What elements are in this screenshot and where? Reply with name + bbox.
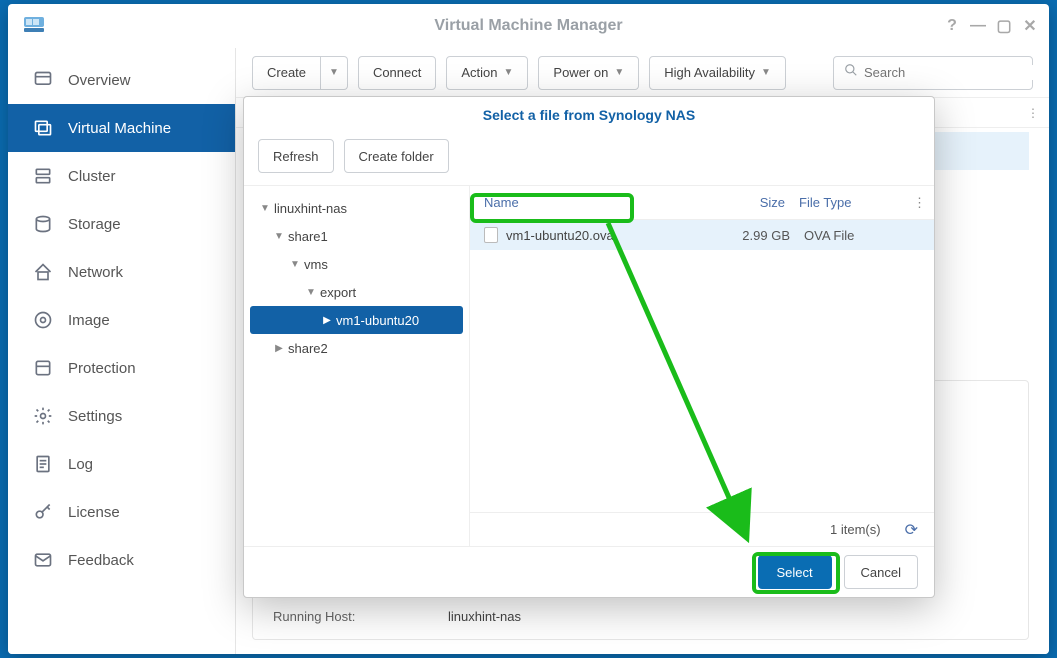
chevron-down-icon: ▼ bbox=[614, 67, 624, 78]
sidebar-item-network[interactable]: Network bbox=[8, 248, 235, 296]
create-dropdown-toggle[interactable]: ▼ bbox=[321, 56, 348, 90]
storage-icon bbox=[32, 213, 54, 235]
create-folder-button[interactable]: Create folder bbox=[344, 139, 449, 173]
expand-toggle-icon[interactable]: ▼ bbox=[306, 287, 316, 298]
sidebar-item-label: Settings bbox=[68, 408, 122, 425]
search-input[interactable] bbox=[833, 56, 1033, 90]
main-window: Virtual Machine Manager ? — ▢ ✕ Overview… bbox=[8, 4, 1049, 654]
window-title: Virtual Machine Manager bbox=[434, 17, 622, 35]
search-icon bbox=[844, 63, 858, 82]
sidebar-item-settings[interactable]: Settings bbox=[8, 392, 235, 440]
expand-toggle-icon[interactable]: ▼ bbox=[260, 203, 270, 214]
window-controls: ? — ▢ ✕ bbox=[941, 4, 1041, 48]
sidebar-item-label: Image bbox=[68, 312, 110, 329]
sidebar-item-label: Storage bbox=[68, 216, 121, 233]
toolbar: Create ▼ Connect Action ▼ Power on ▼ Hig… bbox=[236, 48, 1049, 98]
tree-share1[interactable]: ▼share1 bbox=[250, 222, 463, 250]
item-count: 1 item(s) bbox=[830, 522, 881, 537]
titlebar: Virtual Machine Manager ? — ▢ ✕ bbox=[8, 4, 1049, 48]
expand-toggle-icon[interactable]: ▼ bbox=[290, 259, 300, 270]
file-list: Name Size File Type ⋮ vm1-ubuntu20.ova 2… bbox=[470, 186, 934, 546]
detail-host-key: Running Host: bbox=[273, 609, 448, 637]
file-row-type: OVA File bbox=[790, 228, 910, 243]
file-row-name: vm1-ubuntu20.ova bbox=[506, 228, 710, 243]
file-row[interactable]: vm1-ubuntu20.ova 2.99 GB OVA File bbox=[470, 220, 934, 250]
image-icon bbox=[32, 309, 54, 331]
app-icon bbox=[22, 12, 46, 36]
file-list-footer: 1 item(s) ⟳ bbox=[470, 512, 934, 546]
sidebar-item-label: Cluster bbox=[68, 168, 116, 185]
kebab-icon[interactable]: ⋮ bbox=[1027, 106, 1039, 120]
gear-icon bbox=[32, 405, 54, 427]
sidebar-item-label: Log bbox=[68, 456, 93, 473]
sidebar-item-image[interactable]: Image bbox=[8, 296, 235, 344]
create-button[interactable]: Create bbox=[252, 56, 321, 90]
expand-toggle-icon[interactable]: ▼ bbox=[274, 231, 284, 242]
expand-toggle-icon[interactable]: ▶ bbox=[274, 343, 284, 354]
minimize-icon[interactable]: — bbox=[967, 15, 989, 37]
sidebar-item-overview[interactable]: Overview bbox=[8, 56, 235, 104]
sidebar-item-label: License bbox=[68, 504, 120, 521]
close-icon[interactable]: ✕ bbox=[1019, 15, 1041, 37]
sidebar-item-label: Network bbox=[68, 264, 123, 281]
virtual-machine-icon bbox=[32, 117, 54, 139]
modal-toolbar: Refresh Create folder bbox=[244, 133, 934, 185]
chevron-down-icon: ▼ bbox=[329, 67, 339, 78]
chevron-down-icon: ▼ bbox=[504, 67, 514, 78]
key-icon bbox=[32, 501, 54, 523]
log-icon bbox=[32, 453, 54, 475]
kebab-icon[interactable]: ⋮ bbox=[913, 195, 926, 211]
sidebar-item-label: Feedback bbox=[68, 552, 134, 569]
sidebar-item-label: Virtual Machine bbox=[68, 120, 171, 137]
col-file-size[interactable]: Size bbox=[705, 195, 785, 210]
sidebar-item-virtual-machine[interactable]: Virtual Machine bbox=[8, 104, 235, 152]
select-button[interactable]: Select bbox=[758, 555, 832, 589]
file-list-head: Name Size File Type ⋮ bbox=[470, 186, 934, 220]
ha-button[interactable]: High Availability ▼ bbox=[649, 56, 786, 90]
power-button[interactable]: Power on ▼ bbox=[538, 56, 639, 90]
cluster-icon bbox=[32, 165, 54, 187]
file-select-modal: Select a file from Synology NAS Refresh … bbox=[243, 96, 935, 598]
sidebar-item-feedback[interactable]: Feedback bbox=[8, 536, 235, 584]
tree-export[interactable]: ▼export bbox=[250, 278, 463, 306]
sidebar-item-log[interactable]: Log bbox=[8, 440, 235, 488]
tree-vms[interactable]: ▼vms bbox=[250, 250, 463, 278]
file-row-size: 2.99 GB bbox=[710, 228, 790, 243]
maximize-icon[interactable]: ▢ bbox=[993, 15, 1015, 37]
help-icon[interactable]: ? bbox=[941, 15, 963, 37]
action-button[interactable]: Action ▼ bbox=[446, 56, 528, 90]
sidebar-item-storage[interactable]: Storage bbox=[8, 200, 235, 248]
expand-toggle-icon[interactable]: ▶ bbox=[322, 315, 332, 326]
cancel-button[interactable]: Cancel bbox=[844, 555, 918, 589]
refresh-button[interactable]: Refresh bbox=[258, 139, 334, 173]
feedback-icon bbox=[32, 549, 54, 571]
modal-footer: Select Cancel bbox=[244, 547, 934, 597]
sidebar: Overview Virtual Machine Cluster Storage… bbox=[8, 48, 236, 654]
col-file-type[interactable]: File Type bbox=[785, 195, 905, 210]
tree-share2[interactable]: ▶share2 bbox=[250, 334, 463, 362]
sidebar-item-protection[interactable]: Protection bbox=[8, 344, 235, 392]
file-icon bbox=[484, 227, 498, 243]
sidebar-item-cluster[interactable]: Cluster bbox=[8, 152, 235, 200]
detail-host-value: linuxhint-nas bbox=[448, 609, 521, 637]
sidebar-item-label: Overview bbox=[68, 72, 131, 89]
sidebar-item-label: Protection bbox=[68, 360, 136, 377]
col-file-name[interactable]: Name bbox=[484, 195, 705, 210]
tree-vm1-ubuntu20[interactable]: ▶vm1-ubuntu20 bbox=[250, 306, 463, 334]
overview-icon bbox=[32, 69, 54, 91]
folder-tree: ▼linuxhint-nas ▼share1 ▼vms ▼export ▶vm1… bbox=[244, 186, 470, 546]
search-field[interactable] bbox=[864, 65, 1040, 80]
chevron-down-icon: ▼ bbox=[761, 67, 771, 78]
refresh-icon[interactable]: ⟳ bbox=[905, 520, 918, 540]
protection-icon bbox=[32, 357, 54, 379]
modal-title: Select a file from Synology NAS bbox=[244, 97, 934, 133]
tree-root[interactable]: ▼linuxhint-nas bbox=[250, 194, 463, 222]
network-icon bbox=[32, 261, 54, 283]
sidebar-item-license[interactable]: License bbox=[8, 488, 235, 536]
connect-button[interactable]: Connect bbox=[358, 56, 436, 90]
